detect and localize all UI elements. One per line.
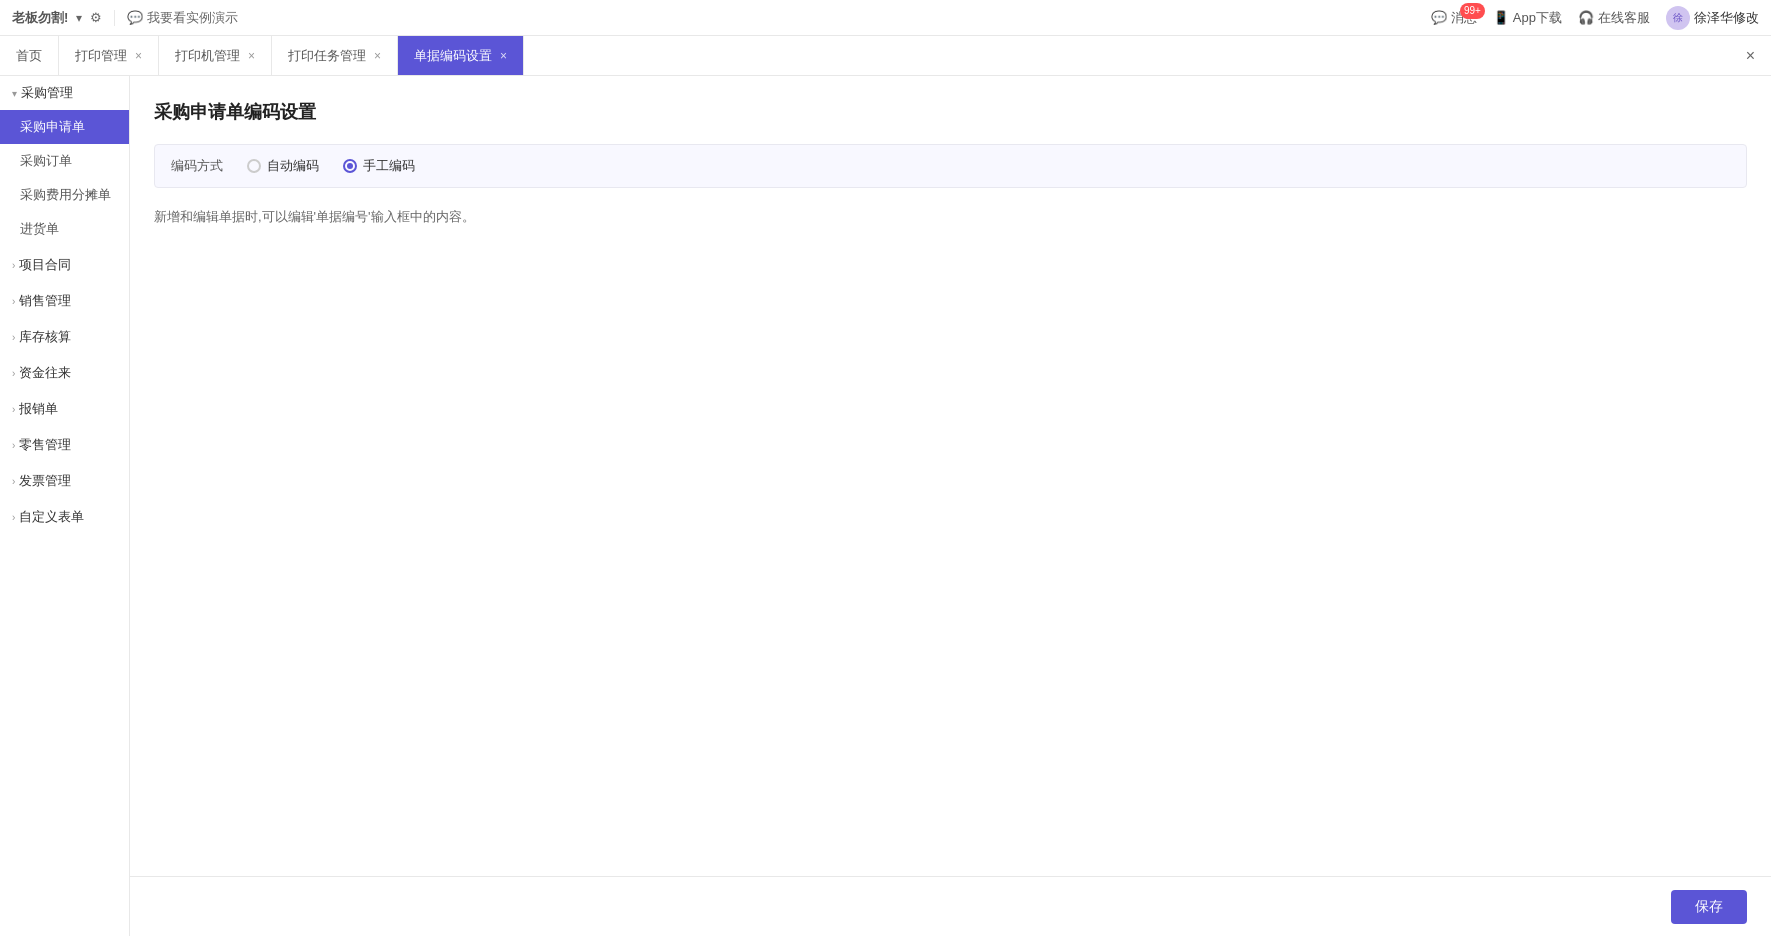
chevron-right-icon-4: › bbox=[12, 368, 15, 379]
bottom-bar: 保存 bbox=[130, 876, 1771, 936]
tab-print-task-management-label: 打印任务管理 bbox=[288, 47, 366, 65]
tab-print-management-label: 打印管理 bbox=[75, 47, 127, 65]
sidebar-group-invoice: › 发票管理 bbox=[0, 464, 129, 498]
sidebar-group-sales: › 销售管理 bbox=[0, 284, 129, 318]
user-name: 徐泽华修改 bbox=[1694, 9, 1759, 27]
demo-text: 我要看实例演示 bbox=[147, 9, 238, 27]
auto-code-label: 自动编码 bbox=[267, 157, 319, 175]
manual-code-option[interactable]: 手工编码 bbox=[343, 157, 415, 175]
sidebar-group-procurement-label: 采购管理 bbox=[21, 84, 73, 102]
sidebar-group-invoice-label: 发票管理 bbox=[19, 472, 71, 490]
sidebar-item-purchase-order[interactable]: 采购订单 bbox=[0, 144, 129, 178]
sidebar-group-sales-title[interactable]: › 销售管理 bbox=[0, 284, 129, 318]
chevron-right-icon: › bbox=[12, 260, 15, 271]
sidebar-group-return-title[interactable]: › 报销单 bbox=[0, 392, 129, 426]
sidebar-group-custom-form-label: 自定义表单 bbox=[19, 508, 84, 526]
sidebar-item-goods-receipt[interactable]: 进货单 bbox=[0, 212, 129, 246]
sidebar-group-inventory-label: 库存核算 bbox=[19, 328, 71, 346]
top-bar-left: 老板勿割! ▾ ⚙ 💬 我要看实例演示 bbox=[12, 9, 238, 27]
tab-single-code-settings[interactable]: 单据编码设置 × bbox=[398, 36, 524, 75]
app-download-button[interactable]: 📱 App下载 bbox=[1493, 9, 1562, 27]
sidebar-group-inventory-title[interactable]: › 库存核算 bbox=[0, 320, 129, 354]
coding-row: 编码方式 自动编码 手工编码 bbox=[154, 144, 1747, 188]
tab-bar: 首页 打印管理 × 打印机管理 × 打印任务管理 × 单据编码设置 × × bbox=[0, 36, 1771, 76]
tab-printer-management[interactable]: 打印机管理 × bbox=[159, 36, 272, 75]
sidebar-group-project-contract-title[interactable]: › 项目合同 bbox=[0, 248, 129, 282]
sidebar-group-custom-form: › 自定义表单 bbox=[0, 500, 129, 534]
coding-label: 编码方式 bbox=[171, 157, 223, 175]
chevron-right-icon-6: › bbox=[12, 440, 15, 451]
sidebar-group-inventory: › 库存核算 bbox=[0, 320, 129, 354]
sidebar-item-goods-receipt-label: 进货单 bbox=[20, 221, 59, 236]
sidebar-group-procurement: ▾ 采购管理 采购申请单 采购订单 采购费用分摊单 进货单 bbox=[0, 76, 129, 246]
tab-print-task-management[interactable]: 打印任务管理 × bbox=[272, 36, 398, 75]
manual-code-radio[interactable] bbox=[343, 159, 357, 173]
chevron-right-icon-7: › bbox=[12, 476, 15, 487]
gear-icon[interactable]: ⚙ bbox=[90, 10, 102, 25]
logo[interactable]: 老板勿割! bbox=[12, 9, 68, 27]
page-close-button[interactable]: × bbox=[1730, 47, 1771, 65]
app-download-icon: 📱 bbox=[1493, 10, 1509, 25]
manual-code-label: 手工编码 bbox=[363, 157, 415, 175]
tab-print-management-close[interactable]: × bbox=[135, 50, 142, 62]
tab-single-code-settings-label: 单据编码设置 bbox=[414, 47, 492, 65]
sidebar-group-sales-label: 销售管理 bbox=[19, 292, 71, 310]
sidebar-group-project-contract: › 项目合同 bbox=[0, 248, 129, 282]
sidebar-group-procurement-title[interactable]: ▾ 采购管理 bbox=[0, 76, 129, 110]
description-text: 新增和编辑单据时,可以编辑'单据编号'输入框中的内容。 bbox=[154, 208, 1747, 226]
sidebar-item-purchase-expense[interactable]: 采购费用分摊单 bbox=[0, 178, 129, 212]
tab-home[interactable]: 首页 bbox=[0, 36, 59, 75]
tab-single-code-settings-close[interactable]: × bbox=[500, 50, 507, 62]
page-title: 采购申请单编码设置 bbox=[154, 100, 1747, 124]
chevron-right-icon-5: › bbox=[12, 404, 15, 415]
sidebar-group-fund-title[interactable]: › 资金往来 bbox=[0, 356, 129, 390]
tab-print-task-management-close[interactable]: × bbox=[374, 50, 381, 62]
sidebar-group-return-label: 报销单 bbox=[19, 400, 58, 418]
message-icon: 💬 bbox=[1431, 10, 1447, 25]
chevron-right-icon-8: › bbox=[12, 512, 15, 523]
auto-code-radio[interactable] bbox=[247, 159, 261, 173]
sidebar-group-fund-label: 资金往来 bbox=[19, 364, 71, 382]
sidebar-group-retail-label: 零售管理 bbox=[19, 436, 71, 454]
sidebar-group-project-contract-label: 项目合同 bbox=[19, 256, 71, 274]
tab-print-management[interactable]: 打印管理 × bbox=[59, 36, 159, 75]
top-bar-right: 💬 消息 99+ 📱 App下载 🎧 在线客服 徐 徐泽华修改 bbox=[1431, 6, 1759, 30]
sidebar: ▾ 采购管理 采购申请单 采购订单 采购费用分摊单 进货单 › 项目合同 bbox=[0, 76, 130, 936]
content-inner: 采购申请单编码设置 编码方式 自动编码 手工编码 新增和编辑单据时,可以编辑'单… bbox=[130, 76, 1771, 876]
top-bar: 老板勿割! ▾ ⚙ 💬 我要看实例演示 💬 消息 99+ 📱 App下载 🎧 在… bbox=[0, 0, 1771, 36]
chevron-down-icon: ▾ bbox=[12, 88, 17, 99]
sidebar-item-purchase-order-label: 采购订单 bbox=[20, 153, 72, 168]
chevron-right-icon-3: › bbox=[12, 332, 15, 343]
sidebar-group-retail-title[interactable]: › 零售管理 bbox=[0, 428, 129, 462]
auto-code-option[interactable]: 自动编码 bbox=[247, 157, 319, 175]
sidebar-group-custom-form-title[interactable]: › 自定义表单 bbox=[0, 500, 129, 534]
sidebar-item-purchase-request-label: 采购申请单 bbox=[20, 119, 85, 134]
sidebar-group-invoice-title[interactable]: › 发票管理 bbox=[0, 464, 129, 498]
message-badge: 99+ bbox=[1460, 3, 1485, 19]
sidebar-group-retail: › 零售管理 bbox=[0, 428, 129, 462]
online-service-button[interactable]: 🎧 在线客服 bbox=[1578, 9, 1650, 27]
content-area: 采购申请单编码设置 编码方式 自动编码 手工编码 新增和编辑单据时,可以编辑'单… bbox=[130, 76, 1771, 936]
chevron-right-icon-2: › bbox=[12, 296, 15, 307]
main-layout: ▾ 采购管理 采购申请单 采购订单 采购费用分摊单 进货单 › 项目合同 bbox=[0, 76, 1771, 936]
dropdown-icon[interactable]: ▾ bbox=[76, 11, 82, 25]
sidebar-item-purchase-expense-label: 采购费用分摊单 bbox=[20, 187, 111, 202]
tab-home-label: 首页 bbox=[16, 47, 42, 65]
avatar: 徐 bbox=[1666, 6, 1690, 30]
sidebar-item-purchase-request[interactable]: 采购申请单 bbox=[0, 110, 129, 144]
demo-link[interactable]: 💬 我要看实例演示 bbox=[127, 9, 238, 27]
user-profile[interactable]: 徐 徐泽华修改 bbox=[1666, 6, 1759, 30]
sidebar-group-return: › 报销单 bbox=[0, 392, 129, 426]
message-button[interactable]: 💬 消息 99+ bbox=[1431, 9, 1477, 27]
app-download-label: App下载 bbox=[1513, 9, 1562, 27]
demo-icon: 💬 bbox=[127, 10, 143, 25]
tab-printer-management-label: 打印机管理 bbox=[175, 47, 240, 65]
tab-printer-management-close[interactable]: × bbox=[248, 50, 255, 62]
sidebar-group-fund: › 资金往来 bbox=[0, 356, 129, 390]
divider bbox=[114, 10, 115, 26]
save-button[interactable]: 保存 bbox=[1671, 890, 1747, 924]
online-service-icon: 🎧 bbox=[1578, 10, 1594, 25]
online-service-label: 在线客服 bbox=[1598, 9, 1650, 27]
